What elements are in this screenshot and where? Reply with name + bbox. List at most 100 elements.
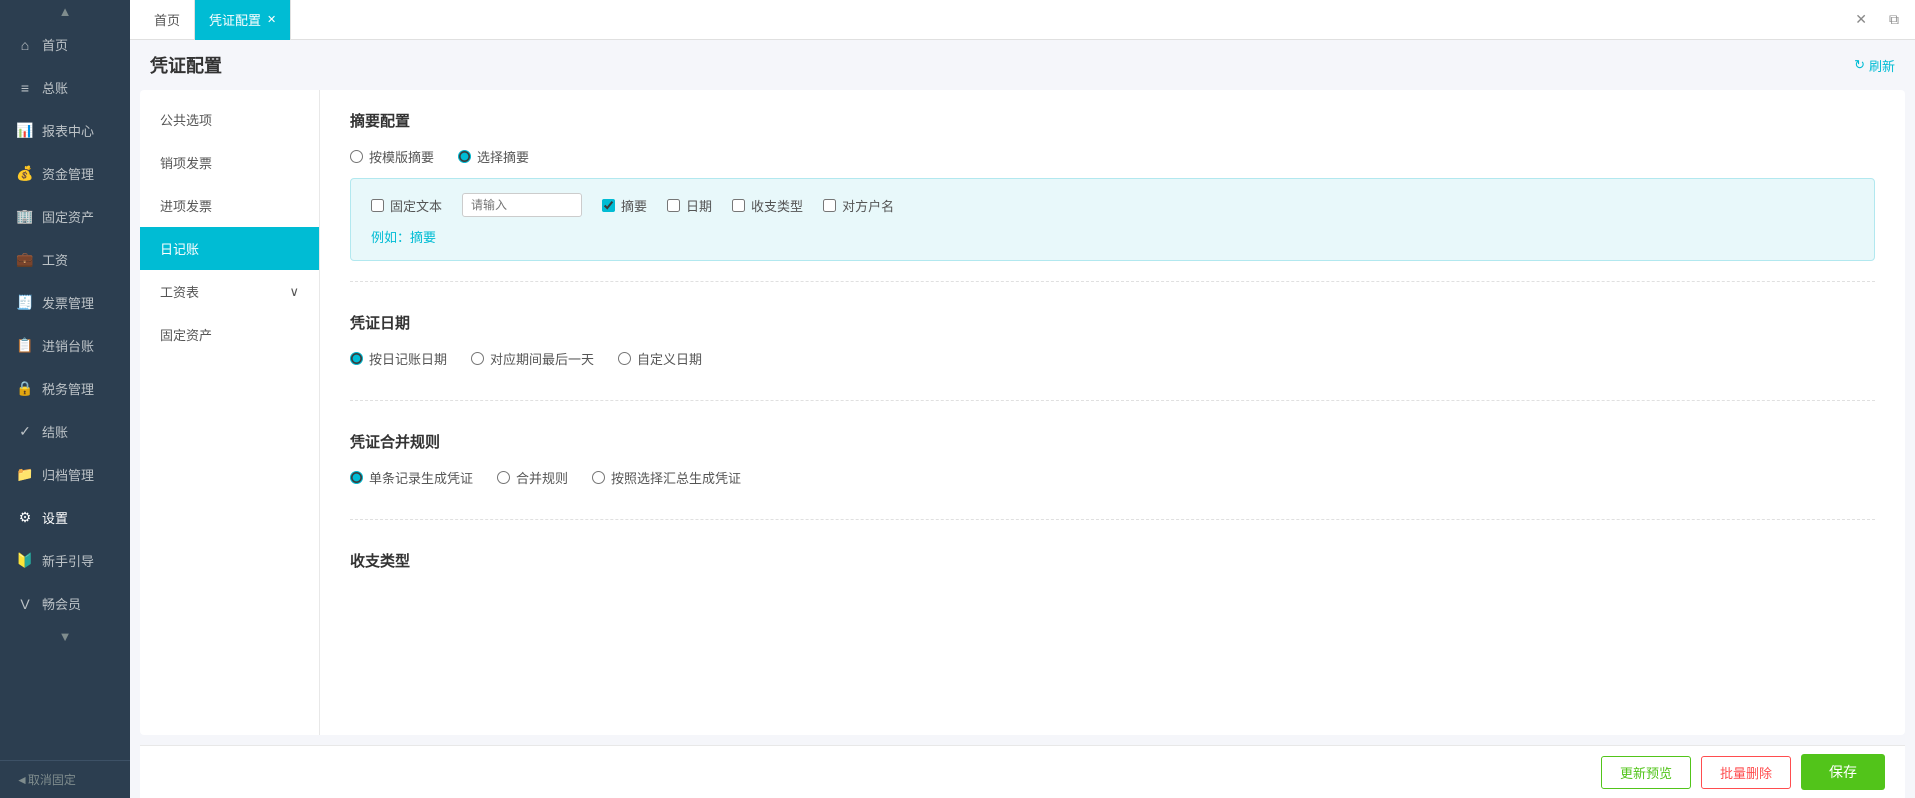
journal-date-option[interactable]: 按日记账日期: [350, 349, 447, 368]
custom-date-option[interactable]: 自定义日期: [618, 349, 702, 368]
fixed-text-label: 固定文本: [390, 196, 442, 215]
sidebar-scroll-up[interactable]: ▲: [0, 0, 130, 23]
fixed-text-input[interactable]: [462, 193, 582, 217]
batch-delete-btn[interactable]: 批量删除: [1701, 756, 1791, 789]
period-last-option[interactable]: 对应期间最后一天: [471, 349, 594, 368]
sidebar-unpin-label: ◄取消固定: [16, 771, 76, 788]
left-nav-sales-invoice-label: 销项发票: [160, 153, 212, 172]
income-type-checkbox[interactable]: [732, 199, 745, 212]
sidebar-item-purchase-sales[interactable]: 📋 进销台账: [0, 324, 130, 367]
template-mode-radio[interactable]: [350, 150, 363, 163]
date-options-group: 按日记账日期 对应期间最后一天 自定义日期: [350, 349, 1875, 368]
window-close-btn[interactable]: ✕: [1849, 7, 1873, 32]
income-type-section-title: 收支类型: [350, 550, 1875, 571]
select-merge-option[interactable]: 按照选择汇总生成凭证: [592, 468, 741, 487]
tab-voucher-config-label: 凭证配置: [209, 10, 261, 29]
date-section-title: 凭证日期: [350, 312, 1875, 333]
tab-voucher-config[interactable]: 凭证配置 ✕: [195, 0, 291, 40]
left-nav-public-label: 公共选项: [160, 110, 212, 129]
fixed-text-checkbox[interactable]: [371, 199, 384, 212]
summary-checkbox-label: 摘要: [621, 196, 647, 215]
date-checkbox[interactable]: [667, 199, 680, 212]
sidebar-item-home[interactable]: ⌂ 首页: [0, 23, 130, 66]
sidebar-item-close[interactable]: ✓ 结账: [0, 410, 130, 453]
update-preview-btn[interactable]: 更新预览: [1601, 756, 1691, 789]
sidebar-item-label: 工资: [42, 250, 68, 269]
merge-rule-radio[interactable]: [497, 471, 510, 484]
sidebar-item-ledger[interactable]: ≡ 总账: [0, 66, 130, 109]
chevron-down-icon: ∨: [289, 284, 299, 300]
window-restore-btn[interactable]: ⧉: [1883, 7, 1905, 32]
select-mode-option[interactable]: 选择摘要: [458, 147, 529, 166]
example-text: 例如：摘要: [371, 227, 1854, 246]
left-nav-sales-invoice[interactable]: 销项发票: [140, 141, 319, 184]
left-nav: 公共选项 销项发票 进项发票 日记账 工资表 ∨ 固定资产: [140, 90, 320, 735]
sidebar-item-archive[interactable]: 📁 归档管理: [0, 453, 130, 496]
template-mode-option[interactable]: 按模版摘要: [350, 147, 434, 166]
sidebar-item-label: 归档管理: [42, 465, 94, 484]
sidebar-item-vip[interactable]: V 畅会员: [0, 582, 130, 625]
sidebar-item-label: 设置: [42, 508, 68, 527]
sidebar-item-label: 总账: [42, 78, 68, 97]
summary-mode-group: 按模版摘要 选择摘要: [350, 147, 1875, 166]
sidebar-item-label: 进销台账: [42, 336, 94, 355]
counterpart-checkbox-option[interactable]: 对方户名: [823, 196, 894, 215]
sidebar-item-report[interactable]: 📊 报表中心: [0, 109, 130, 152]
summary-checkbox[interactable]: [602, 199, 615, 212]
merge-rule-option[interactable]: 合并规则: [497, 468, 568, 487]
bottom-bar: 更新预览 批量删除 保存: [140, 745, 1905, 798]
left-nav-fixed-asset-label: 固定资产: [160, 325, 212, 344]
left-nav-payroll[interactable]: 工资表 ∨: [140, 270, 319, 313]
tab-bar-right: ✕ ⧉: [1849, 7, 1905, 32]
summary-config-box: 固定文本 摘要 日期 收支类型: [350, 178, 1875, 261]
sidebar-item-asset[interactable]: 🏢 固定资产: [0, 195, 130, 238]
refresh-btn[interactable]: ↻ 刷新: [1854, 56, 1895, 75]
sidebar-item-tax[interactable]: 🔒 税务管理: [0, 367, 130, 410]
summary-checkbox-option[interactable]: 摘要: [602, 196, 647, 215]
home-icon: ⌂: [16, 37, 34, 53]
sidebar-item-label: 固定资产: [42, 207, 94, 226]
fixed-text-option[interactable]: 固定文本: [371, 196, 442, 215]
date-checkbox-label: 日期: [686, 196, 712, 215]
sidebar-item-invoice-mgmt[interactable]: 🧾 发票管理: [0, 281, 130, 324]
page-header: 凭证配置 ↻ 刷新: [130, 40, 1915, 90]
journal-date-label: 按日记账日期: [369, 349, 447, 368]
sidebar-item-label: 资金管理: [42, 164, 94, 183]
journal-date-radio[interactable]: [350, 352, 363, 365]
left-nav-journal[interactable]: 日记账: [140, 227, 319, 270]
sidebar-item-settings[interactable]: ⚙ 设置: [0, 496, 130, 539]
tax-icon: 🔒: [16, 380, 34, 397]
date-checkbox-option[interactable]: 日期: [667, 196, 712, 215]
merge-section-title: 凭证合并规则: [350, 431, 1875, 452]
date-section: 凭证日期 按日记账日期 对应期间最后一天 自定义日期: [350, 312, 1875, 401]
invoice-mgmt-icon: 🧾: [16, 294, 34, 311]
left-nav-purchase-invoice[interactable]: 进项发票: [140, 184, 319, 227]
sidebar-item-guide[interactable]: 🔰 新手引导: [0, 539, 130, 582]
report-icon: 📊: [16, 122, 34, 139]
sidebar-unpin-btn[interactable]: ◄取消固定: [0, 760, 130, 798]
single-option[interactable]: 单条记录生成凭证: [350, 468, 473, 487]
single-radio[interactable]: [350, 471, 363, 484]
purchase-sales-icon: 📋: [16, 337, 34, 354]
tab-home[interactable]: 首页: [140, 0, 195, 40]
select-mode-radio[interactable]: [458, 150, 471, 163]
sidebar: ▲ ⌂ 首页 ≡ 总账 📊 报表中心 💰 资金管理 🏢 固定资产 💼 工资 🧾 …: [0, 0, 130, 798]
sidebar-item-label: 发票管理: [42, 293, 94, 312]
tab-home-label: 首页: [154, 10, 180, 29]
asset-icon: 🏢: [16, 208, 34, 225]
select-merge-radio[interactable]: [592, 471, 605, 484]
left-nav-public[interactable]: 公共选项: [140, 98, 319, 141]
sidebar-item-label: 畅会员: [42, 594, 81, 613]
content-area: 公共选项 销项发票 进项发票 日记账 工资表 ∨ 固定资产 摘要配置: [140, 90, 1905, 735]
period-last-radio[interactable]: [471, 352, 484, 365]
left-nav-fixed-asset[interactable]: 固定资产: [140, 313, 319, 356]
save-btn[interactable]: 保存: [1801, 754, 1885, 790]
income-type-checkbox-option[interactable]: 收支类型: [732, 196, 803, 215]
custom-date-label: 自定义日期: [637, 349, 702, 368]
custom-date-radio[interactable]: [618, 352, 631, 365]
tab-close-icon[interactable]: ✕: [267, 13, 276, 26]
sidebar-scroll-down[interactable]: ▼: [0, 625, 130, 648]
sidebar-item-salary[interactable]: 💼 工资: [0, 238, 130, 281]
sidebar-item-fund[interactable]: 💰 资金管理: [0, 152, 130, 195]
counterpart-checkbox[interactable]: [823, 199, 836, 212]
